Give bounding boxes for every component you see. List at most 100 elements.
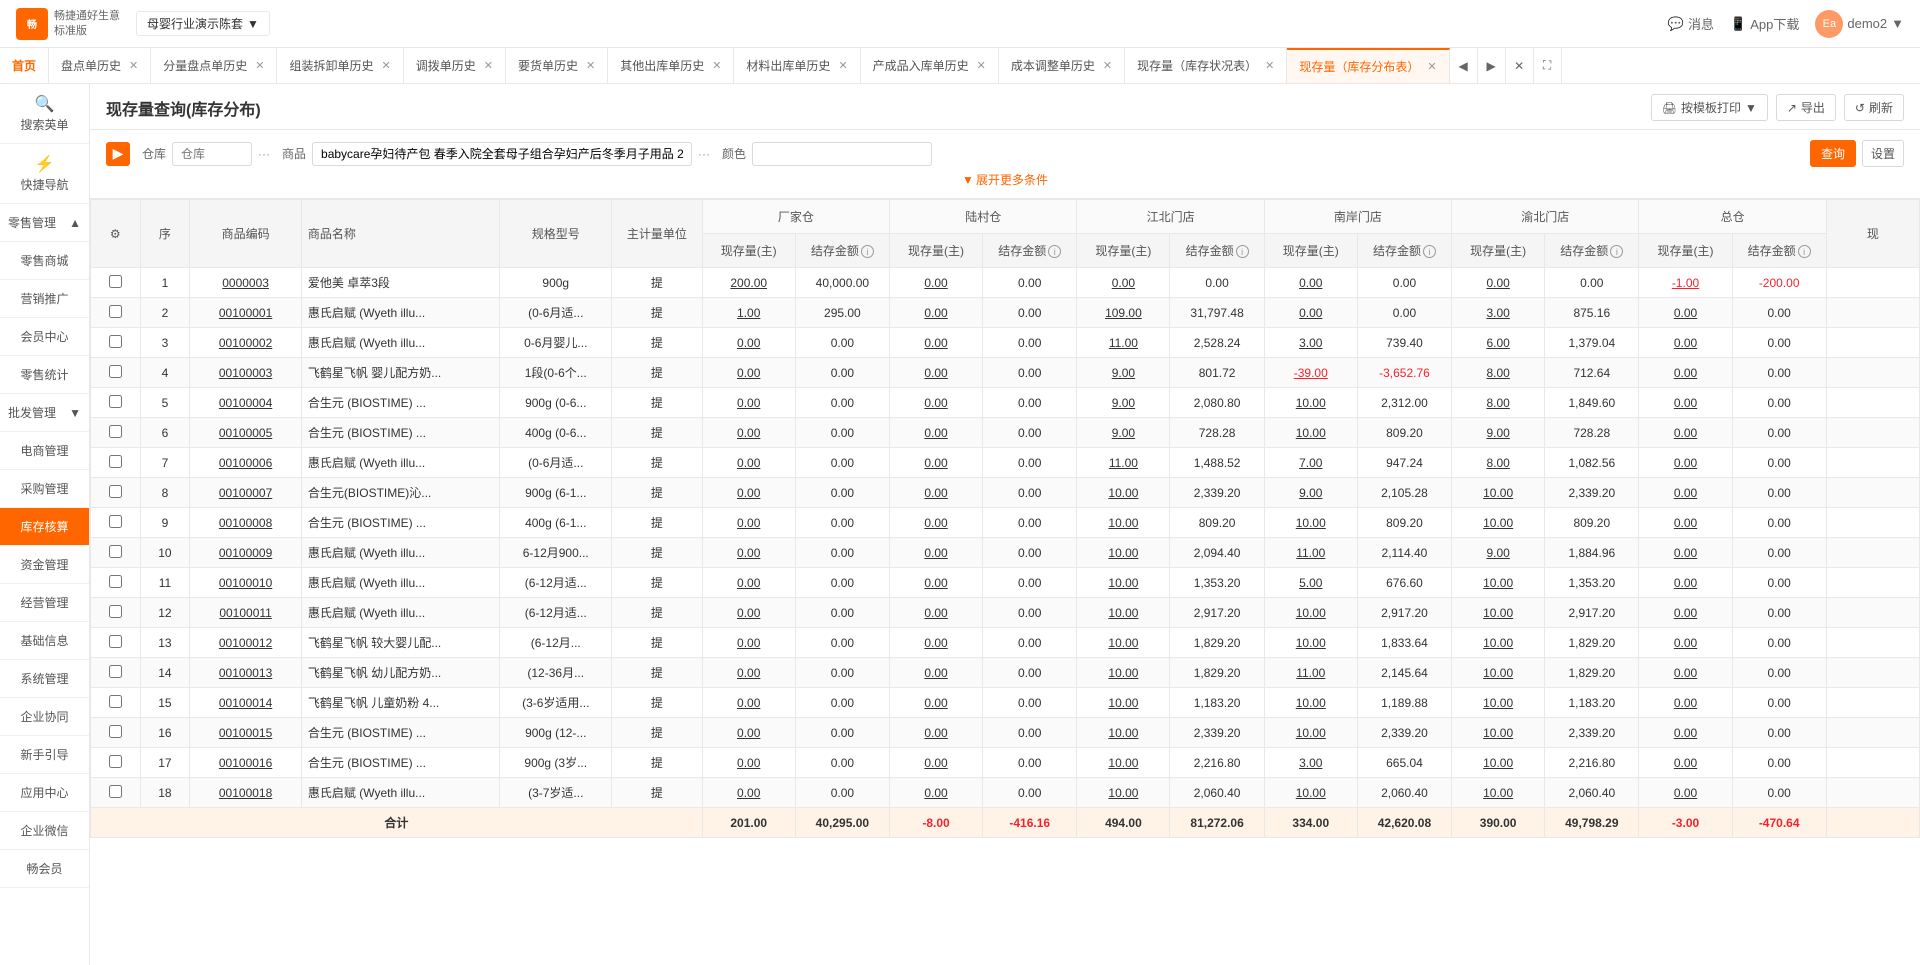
info-icon[interactable]: i — [1048, 245, 1061, 258]
row-checkbox[interactable] — [109, 515, 122, 528]
sidebar-item-wechat[interactable]: 企业微信 — [0, 812, 89, 850]
row-checkbox[interactable] — [109, 425, 122, 438]
sidebar-item-member2[interactable]: 畅会员 — [0, 850, 89, 888]
cell-zc-stock[interactable]: 0.00 — [1639, 538, 1732, 568]
cell-code[interactable]: 00100014 — [190, 688, 302, 718]
cell-check[interactable] — [91, 628, 141, 658]
cell-code[interactable]: 00100007 — [190, 478, 302, 508]
cell-jb-stock[interactable]: 11.00 — [1077, 448, 1170, 478]
cell-jb-stock[interactable]: 10.00 — [1077, 598, 1170, 628]
cell-jb-stock[interactable]: 10.00 — [1077, 748, 1170, 778]
cell-lcc-stock[interactable]: 0.00 — [890, 598, 983, 628]
sidebar-search[interactable]: 🔍 搜索英单 — [0, 84, 89, 144]
cell-cjc-stock[interactable]: 0.00 — [702, 748, 795, 778]
cell-lcc-stock[interactable]: 0.00 — [890, 658, 983, 688]
cell-zc-stock[interactable]: -1.00 — [1639, 268, 1732, 298]
cell-jb-stock[interactable]: 10.00 — [1077, 538, 1170, 568]
cell-code[interactable]: 00100008 — [190, 508, 302, 538]
sidebar-item-guide[interactable]: 新手引导 — [0, 736, 89, 774]
cell-cjc-stock[interactable]: 0.00 — [702, 718, 795, 748]
cell-code[interactable]: 00100006 — [190, 448, 302, 478]
cell-cjc-stock[interactable]: 0.00 — [702, 388, 795, 418]
sidebar-item-retail-mall[interactable]: 零售商城 — [0, 242, 89, 280]
nav-tab-7[interactable]: 材料出库单历史 ✕ — [734, 48, 860, 84]
cell-na-stock[interactable]: 10.00 — [1264, 778, 1357, 808]
cell-zc-stock[interactable]: 0.00 — [1639, 388, 1732, 418]
cell-na-stock[interactable]: 0.00 — [1264, 268, 1357, 298]
row-checkbox[interactable] — [109, 785, 122, 798]
cell-yb-stock[interactable]: 10.00 — [1452, 598, 1545, 628]
nav-tab-8[interactable]: 产成品入库单历史 ✕ — [861, 48, 999, 84]
info-icon[interactable]: i — [1423, 245, 1436, 258]
expand-more-btn[interactable]: ▼ 展开更多条件 — [962, 171, 1048, 188]
cell-check[interactable] — [91, 658, 141, 688]
sidebar-item-enterprise[interactable]: 企业协同 — [0, 698, 89, 736]
cell-zc-stock[interactable]: 0.00 — [1639, 598, 1732, 628]
nav-tab-4[interactable]: 调拨单历史 ✕ — [404, 48, 506, 84]
info-icon[interactable]: i — [1610, 245, 1623, 258]
cell-zc-stock[interactable]: 0.00 — [1639, 448, 1732, 478]
cell-yb-stock[interactable]: 0.00 — [1452, 268, 1545, 298]
row-checkbox[interactable] — [109, 725, 122, 738]
nav-tab-1[interactable]: 盘点单历史 ✕ — [49, 48, 151, 84]
cell-jb-stock[interactable]: 10.00 — [1077, 778, 1170, 808]
cell-zc-stock[interactable]: 0.00 — [1639, 478, 1732, 508]
cell-check[interactable] — [91, 328, 141, 358]
cell-jb-stock[interactable]: 10.00 — [1077, 478, 1170, 508]
cell-check[interactable] — [91, 478, 141, 508]
cell-check[interactable] — [91, 598, 141, 628]
cell-cjc-stock[interactable]: 0.00 — [702, 448, 795, 478]
sidebar-item-operation[interactable]: 经营管理 — [0, 584, 89, 622]
cell-yb-stock[interactable]: 3.00 — [1452, 298, 1545, 328]
nav-tab-11[interactable]: 现存量（库存分布表） ✕ — [1287, 48, 1449, 84]
cell-check[interactable] — [91, 508, 141, 538]
close-icon[interactable]: ✕ — [838, 59, 847, 72]
cell-yb-stock[interactable]: 8.00 — [1452, 448, 1545, 478]
cell-na-stock[interactable]: 3.00 — [1264, 328, 1357, 358]
cell-na-stock[interactable]: 10.00 — [1264, 418, 1357, 448]
cell-cjc-stock[interactable]: 0.00 — [702, 358, 795, 388]
cell-lcc-stock[interactable]: 0.00 — [890, 358, 983, 388]
cell-code[interactable]: 00100013 — [190, 658, 302, 688]
cell-yb-stock[interactable]: 6.00 — [1452, 328, 1545, 358]
cell-cjc-stock[interactable]: 0.00 — [702, 628, 795, 658]
row-checkbox[interactable] — [109, 755, 122, 768]
cell-jb-stock[interactable]: 11.00 — [1077, 328, 1170, 358]
cell-check[interactable] — [91, 688, 141, 718]
cell-yb-stock[interactable]: 10.00 — [1452, 718, 1545, 748]
cell-zc-stock[interactable]: 0.00 — [1639, 298, 1732, 328]
cell-yb-stock[interactable]: 8.00 — [1452, 358, 1545, 388]
cell-na-stock[interactable]: 10.00 — [1264, 598, 1357, 628]
cell-check[interactable] — [91, 268, 141, 298]
cell-zc-stock[interactable]: 0.00 — [1639, 508, 1732, 538]
cell-na-stock[interactable]: 10.00 — [1264, 628, 1357, 658]
close-icon[interactable]: ✕ — [977, 59, 986, 72]
cell-yb-stock[interactable]: 10.00 — [1452, 778, 1545, 808]
cell-yb-stock[interactable]: 8.00 — [1452, 388, 1545, 418]
cell-yb-stock[interactable]: 10.00 — [1452, 748, 1545, 778]
close-icon[interactable]: ✕ — [382, 59, 391, 72]
table-container[interactable]: ⚙ 序 商品编码 商品名称 规格型号 主计量单位 厂家仓 陆村仓 江北门店 南岸… — [90, 199, 1920, 965]
cell-cjc-stock[interactable]: 0.00 — [702, 688, 795, 718]
cell-na-stock[interactable]: 11.00 — [1264, 658, 1357, 688]
sidebar-item-marketing[interactable]: 营销推广 — [0, 280, 89, 318]
cell-lcc-stock[interactable]: 0.00 — [890, 268, 983, 298]
cell-yb-stock[interactable]: 10.00 — [1452, 628, 1545, 658]
cell-na-stock[interactable]: 7.00 — [1264, 448, 1357, 478]
info-icon[interactable]: i — [1236, 245, 1249, 258]
cell-jb-stock[interactable]: 9.00 — [1077, 358, 1170, 388]
message-btn[interactable]: 💬 消息 — [1668, 14, 1714, 33]
cell-check[interactable] — [91, 298, 141, 328]
cell-na-stock[interactable]: 10.00 — [1264, 718, 1357, 748]
nav-tab-6[interactable]: 其他出库单历史 ✕ — [608, 48, 734, 84]
cell-na-stock[interactable]: 10.00 — [1264, 688, 1357, 718]
cell-na-stock[interactable]: -39.00 — [1264, 358, 1357, 388]
cell-lcc-stock[interactable]: 0.00 — [890, 748, 983, 778]
cell-code[interactable]: 00100015 — [190, 718, 302, 748]
settings-btn[interactable]: 设置 — [1862, 140, 1904, 167]
cell-yb-stock[interactable]: 10.00 — [1452, 658, 1545, 688]
sidebar-item-system[interactable]: 系统管理 — [0, 660, 89, 698]
sidebar-item-purchase[interactable]: 采购管理 — [0, 470, 89, 508]
cell-lcc-stock[interactable]: 0.00 — [890, 328, 983, 358]
cell-code[interactable]: 00100005 — [190, 418, 302, 448]
